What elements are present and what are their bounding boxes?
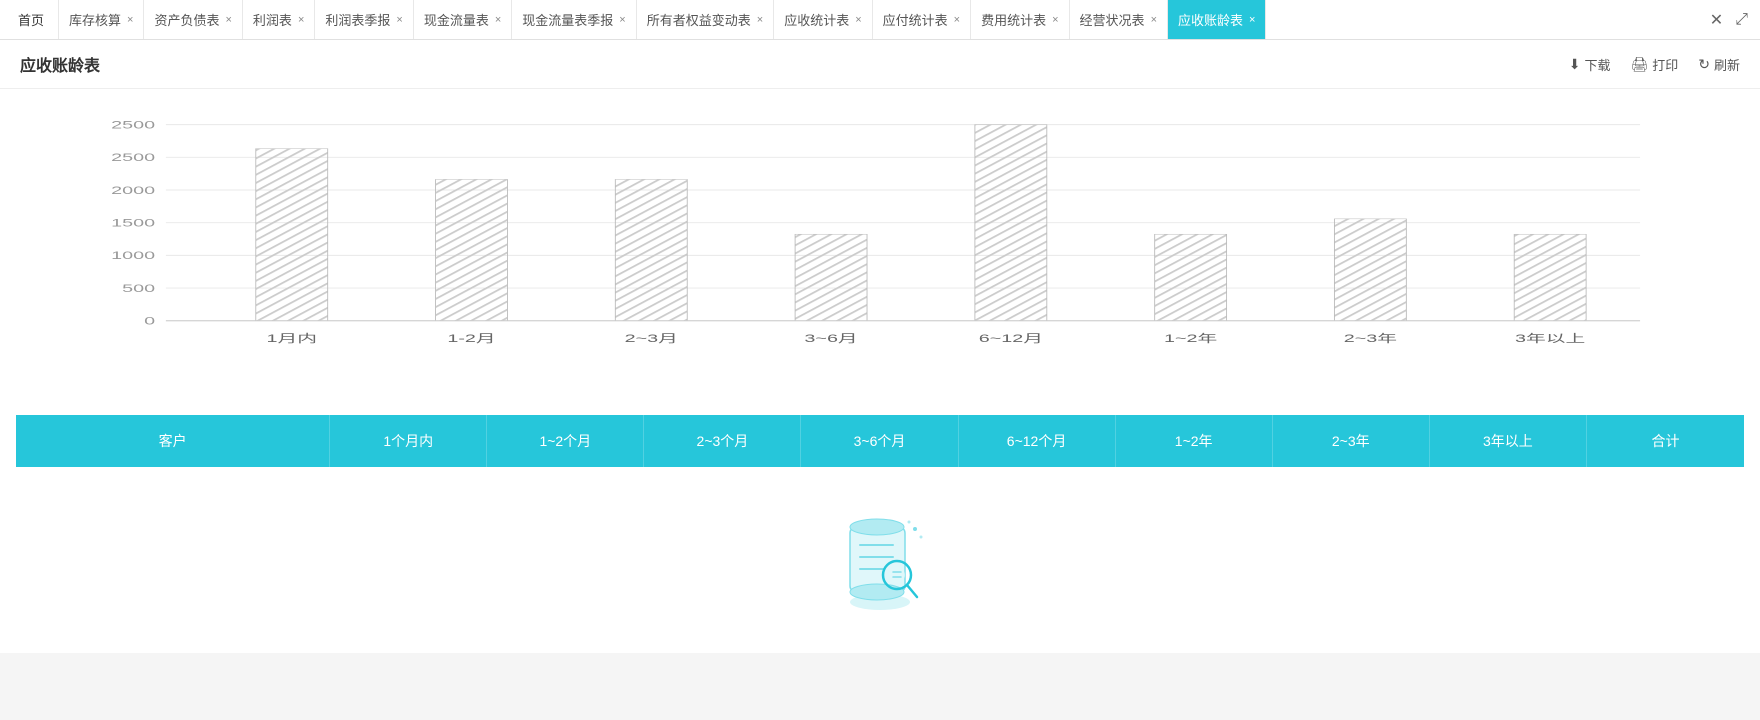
window-controls: ✕ ⤢ <box>1710 10 1756 30</box>
print-label: 打印 <box>1652 55 1678 74</box>
svg-text:2500: 2500 <box>111 152 155 163</box>
print-button[interactable]: 🖨 打印 <box>1630 55 1678 74</box>
tab-equity[interactable]: 所有者权益变动表 × <box>637 0 774 40</box>
print-icon: 🖨 <box>1630 56 1648 73</box>
tab-expense-stats[interactable]: 费用统计表 × <box>971 0 1069 40</box>
tab-balance[interactable]: 资产负债表 × <box>144 0 242 40</box>
chart-area: 0 500 1000 1500 2000 2500 2500 1月内 1-2月 <box>16 105 1744 405</box>
download-label: 下载 <box>1584 55 1610 74</box>
tab-ap-stats[interactable]: 应付统计表 × <box>873 0 971 40</box>
close-window-icon[interactable]: ✕ <box>1710 10 1723 30</box>
table-header-cell-7: 2~3年 <box>1273 415 1430 467</box>
tab-close-icon-operation[interactable]: × <box>1151 14 1157 26</box>
tab-cashflow-quarterly[interactable]: 现金流量表季报 × <box>512 0 636 40</box>
tab-label-cashflow: 现金流量表 <box>424 10 489 29</box>
svg-text:3~6月: 3~6月 <box>804 333 857 344</box>
table-header: 客户1个月内1~2个月2~3个月3~6个月6~12个月1~2年2~3年3年以上合… <box>16 415 1744 467</box>
table-header-cell-3: 2~3个月 <box>644 415 801 467</box>
table-header-cell-4: 3~6个月 <box>801 415 958 467</box>
tab-label-ar-aging: 应收账龄表 <box>1178 10 1243 29</box>
tab-ar-aging[interactable]: 应收账龄表 × <box>1168 0 1266 40</box>
tab-home[interactable]: 首页 <box>4 0 59 40</box>
page-title: 应收账龄表 <box>20 52 100 76</box>
tab-close-icon-expense-stats[interactable]: × <box>1052 14 1058 26</box>
tab-label-inventory: 库存核算 <box>69 10 121 29</box>
table-header-cell-0: 客户 <box>16 415 330 467</box>
svg-text:1-2月: 1-2月 <box>447 333 495 344</box>
svg-text:2~3年: 2~3年 <box>1344 333 1397 345</box>
tab-ar-stats[interactable]: 应收统计表 × <box>774 0 872 40</box>
table-header-cell-1: 1个月内 <box>330 415 487 467</box>
empty-state <box>16 467 1744 637</box>
table-header-cell-6: 1~2年 <box>1116 415 1273 467</box>
page-header: 应收账龄表 ⬇ 下载 🖨 打印 ↻ 刷新 <box>0 40 1760 89</box>
svg-text:1~2年: 1~2年 <box>1164 333 1217 345</box>
tab-label-home: 首页 <box>18 10 44 29</box>
tab-bar: 首页库存核算×资产负债表×利润表×利润表季报×现金流量表×现金流量表季报×所有者… <box>0 0 1760 40</box>
table-header-cell-5: 6~12个月 <box>959 415 1116 467</box>
tab-label-ar-stats: 应收统计表 <box>784 10 849 29</box>
table-header-cell-9: 合计 <box>1587 415 1744 467</box>
svg-text:2500: 2500 <box>111 120 155 131</box>
tab-cashflow[interactable]: 现金流量表 × <box>414 0 512 40</box>
tab-close-icon-ap-stats[interactable]: × <box>954 14 960 26</box>
svg-text:2000: 2000 <box>111 185 155 196</box>
svg-text:2~3月: 2~3月 <box>625 333 678 344</box>
tab-close-icon-cashflow-quarterly[interactable]: × <box>619 14 625 26</box>
refresh-button[interactable]: ↻ 刷新 <box>1698 55 1740 74</box>
tab-label-balance: 资产负债表 <box>154 10 219 29</box>
tab-label-cashflow-quarterly: 现金流量表季报 <box>522 10 613 29</box>
svg-text:0: 0 <box>144 316 155 327</box>
refresh-icon: ↻ <box>1698 56 1710 73</box>
table-header-cell-2: 1~2个月 <box>487 415 644 467</box>
tab-close-icon-ar-aging[interactable]: × <box>1249 14 1255 26</box>
download-button[interactable]: ⬇ 下载 <box>1569 55 1611 74</box>
tab-close-icon-profit-quarterly[interactable]: × <box>396 14 402 26</box>
tab-close-icon-balance[interactable]: × <box>225 14 231 26</box>
tab-label-profit: 利润表 <box>253 10 292 29</box>
svg-text:500: 500 <box>122 283 155 294</box>
table-header-cell-8: 3年以上 <box>1430 415 1587 467</box>
svg-text:1000: 1000 <box>111 251 155 262</box>
tab-label-ap-stats: 应付统计表 <box>883 10 948 29</box>
main-content: 0 500 1000 1500 2000 2500 2500 1月内 1-2月 <box>0 89 1760 653</box>
tab-close-icon-cashflow[interactable]: × <box>495 14 501 26</box>
tab-label-equity: 所有者权益变动表 <box>647 10 751 29</box>
refresh-label: 刷新 <box>1714 55 1740 74</box>
tab-label-profit-quarterly: 利润表季报 <box>325 10 390 29</box>
maximize-window-icon[interactable]: ⤢ <box>1735 11 1748 29</box>
tab-profit-quarterly[interactable]: 利润表季报 × <box>315 0 413 40</box>
svg-text:6~12月: 6~12月 <box>979 333 1043 344</box>
svg-text:3年以上: 3年以上 <box>1515 333 1585 345</box>
tab-operation[interactable]: 经营状况表 × <box>1070 0 1168 40</box>
tab-inventory[interactable]: 库存核算 × <box>59 0 144 40</box>
tab-label-operation: 经营状况表 <box>1080 10 1145 29</box>
download-icon: ⬇ <box>1569 56 1581 73</box>
tab-close-icon-ar-stats[interactable]: × <box>855 14 861 26</box>
tab-close-icon-inventory[interactable]: × <box>127 14 133 26</box>
tab-profit[interactable]: 利润表 × <box>243 0 315 40</box>
svg-text:1月内: 1月内 <box>266 333 317 345</box>
tab-close-icon-equity[interactable]: × <box>757 14 763 26</box>
header-actions: ⬇ 下载 🖨 打印 ↻ 刷新 <box>1569 55 1740 74</box>
bar-chart: 0 500 1000 1500 2000 2500 2500 1月内 1-2月 <box>76 115 1694 365</box>
empty-icon <box>825 507 935 617</box>
tab-label-expense-stats: 费用统计表 <box>981 10 1046 29</box>
tab-close-icon-profit[interactable]: × <box>298 14 304 26</box>
svg-text:1500: 1500 <box>111 218 155 229</box>
